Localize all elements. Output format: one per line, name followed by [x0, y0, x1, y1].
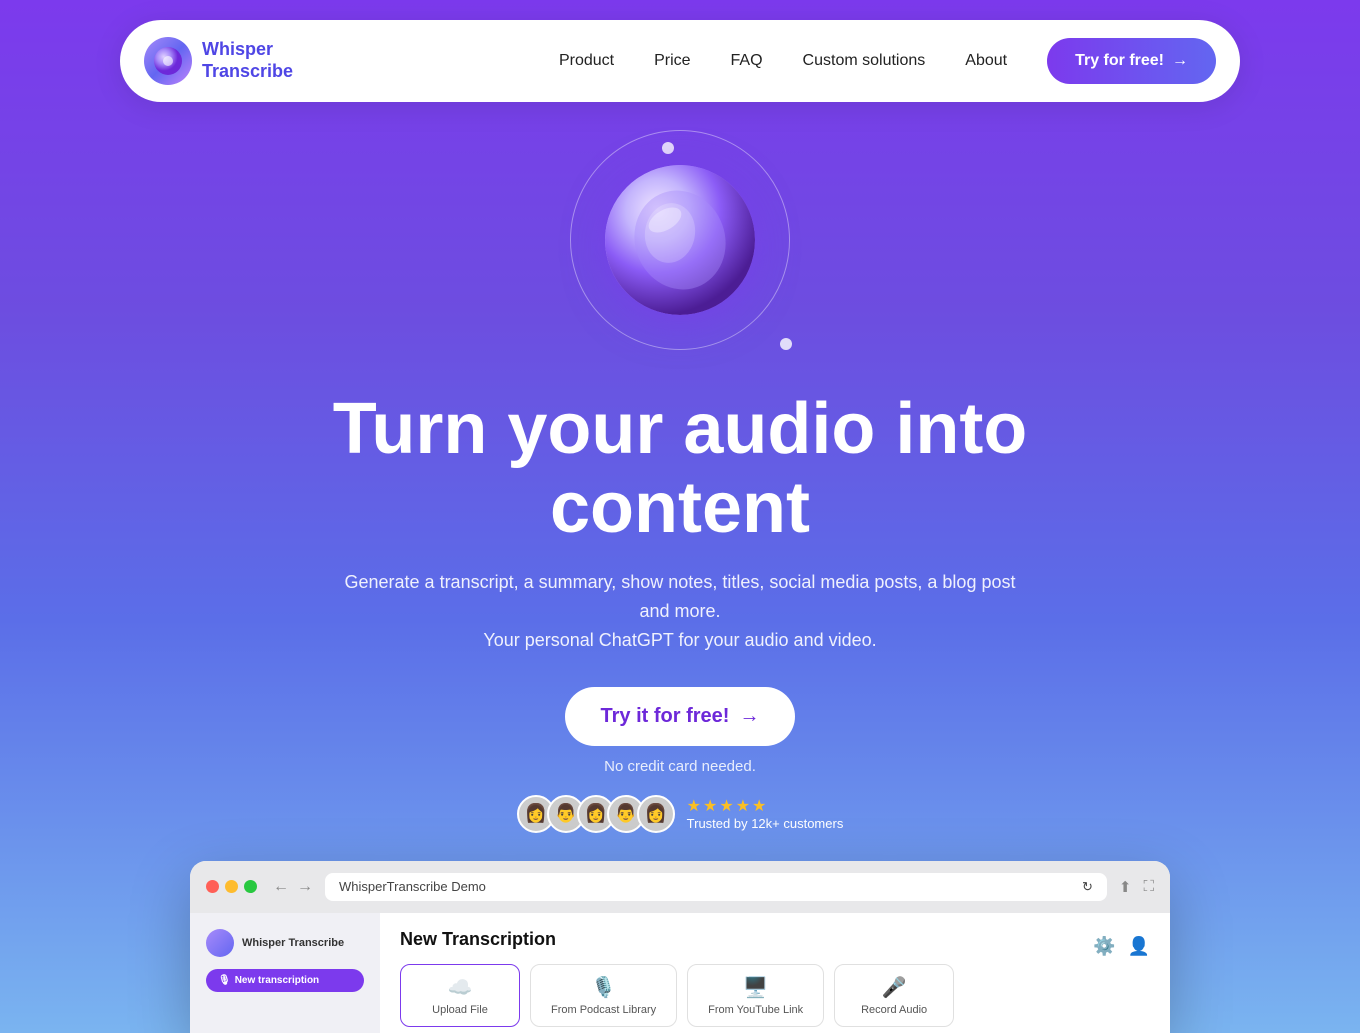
orb-dot-top [662, 142, 674, 154]
upload-tab-buttons: ☁️ Upload File 🎙️ From Podcast Library 🖥… [400, 964, 1150, 1027]
star-5: ★ [752, 796, 766, 816]
user-icon[interactable]: 👤 [1128, 936, 1150, 957]
browser-share-icon[interactable]: ⬆ [1119, 878, 1132, 896]
hero-orb [560, 120, 800, 360]
hero-cta-button[interactable]: Try it for free! → [565, 687, 796, 746]
tab-record-audio[interactable]: 🎤 Record Audio [834, 964, 954, 1027]
sidebar-logo-text: Whisper Transcribe [242, 937, 344, 949]
sidebar-panel: Whisper Transcribe 🎙 New transcription [190, 913, 380, 1033]
orb-inner [605, 165, 755, 315]
logo-icon [144, 37, 192, 85]
star-rating: ★ ★ ★ ★ ★ [687, 796, 844, 816]
new-transcription-button[interactable]: 🎙 New transcription [206, 969, 364, 992]
hero-subtext-line1: Generate a transcript, a summary, show n… [345, 572, 1016, 621]
main-panel: New Transcription ⚙️ 👤 ☁️ Upload File 🎙️… [380, 913, 1170, 1033]
tab-upload-file-label: Upload File [432, 1004, 488, 1016]
star-2: ★ [703, 796, 717, 816]
browser-mockup: ← → WhisperTranscribe Demo ↻ ⬆ ⛶ Whisper… [190, 861, 1170, 1033]
navbar-cta-label: Try for free! [1075, 52, 1164, 70]
nav-price[interactable]: Price [654, 52, 690, 70]
hero-cta-arrow-icon: → [739, 705, 759, 728]
navbar-cta-button[interactable]: Try for free! → [1047, 38, 1216, 84]
social-proof: 👩 👨 👩 👨 👩 ★ ★ ★ ★ ★ Trusted by 12k+ cust… [517, 795, 844, 833]
traffic-light-red[interactable] [206, 880, 219, 893]
hero-subtext: Generate a transcript, a summary, show n… [330, 568, 1030, 654]
stars-trust-group: ★ ★ ★ ★ ★ Trusted by 12k+ customers [687, 796, 844, 831]
browser-action-icons: ⬆ ⛶ [1119, 878, 1154, 896]
mic-icon: 🎙 [218, 975, 231, 986]
browser-forward-icon[interactable]: → [297, 878, 313, 896]
nav-product[interactable]: Product [559, 52, 614, 70]
panel-header-icons: ⚙️ 👤 [1093, 936, 1150, 957]
navbar-cta-arrow-icon: → [1172, 52, 1188, 70]
orb-dot-bottom [780, 338, 792, 350]
logo-text: WhisperTranscribe [202, 39, 293, 82]
panel-header-row: New Transcription ⚙️ 👤 [400, 929, 1150, 964]
podcast-icon: 🎙️ [591, 975, 616, 1000]
new-transcription-label: New transcription [235, 975, 319, 986]
youtube-icon: 🖥️ [743, 975, 768, 1000]
tab-podcast-library[interactable]: 🎙️ From Podcast Library [530, 964, 677, 1027]
no-credit-card-text: No credit card needed. [604, 758, 756, 775]
star-1: ★ [687, 796, 701, 816]
navbar: WhisperTranscribe Product Price FAQ Cust… [120, 20, 1240, 102]
settings-icon[interactable]: ⚙️ [1093, 936, 1115, 957]
navbar-wrapper: WhisperTranscribe Product Price FAQ Cust… [120, 20, 1240, 102]
nav-faq[interactable]: FAQ [731, 52, 763, 70]
avatar-group: 👩 👨 👩 👨 👩 [517, 795, 675, 833]
star-3: ★ [719, 796, 733, 816]
logo-link[interactable]: WhisperTranscribe [144, 37, 293, 85]
tab-youtube-link[interactable]: 🖥️ From YouTube Link [687, 964, 824, 1027]
hero-cta-label: Try it for free! [601, 705, 730, 728]
browser-fullscreen-icon[interactable]: ⛶ [1143, 878, 1154, 896]
hero-subtext-line2: Your personal ChatGPT for your audio and… [483, 630, 876, 650]
traffic-light-yellow[interactable] [225, 880, 238, 893]
nav-custom-solutions[interactable]: Custom solutions [803, 52, 926, 70]
browser-nav-arrows: ← → [273, 878, 313, 896]
tab-upload-file[interactable]: ☁️ Upload File [400, 964, 520, 1027]
nav-links: Product Price FAQ Custom solutions About [559, 52, 1007, 70]
browser-url-text: WhisperTranscribe Demo [339, 879, 486, 894]
upload-icon: ☁️ [448, 975, 473, 1000]
panel-title: New Transcription [400, 929, 556, 950]
hero-headline: Turn your audio into content [230, 390, 1130, 548]
browser-content: Whisper Transcribe 🎙 New transcription N… [190, 913, 1170, 1033]
record-icon: 🎤 [882, 975, 907, 1000]
tab-podcast-label: From Podcast Library [551, 1004, 656, 1016]
traffic-light-green[interactable] [244, 880, 257, 893]
star-4: ★ [736, 796, 750, 816]
sidebar-logo: Whisper Transcribe [206, 929, 364, 957]
avatar-5: 👩 [637, 795, 675, 833]
tab-youtube-label: From YouTube Link [708, 1004, 803, 1016]
browser-back-icon[interactable]: ← [273, 878, 289, 896]
tab-record-label: Record Audio [861, 1004, 927, 1016]
sidebar-logo-icon [206, 929, 234, 957]
browser-url-bar[interactable]: WhisperTranscribe Demo ↻ [325, 873, 1107, 901]
traffic-lights [206, 880, 257, 893]
hero-section: WhisperTranscribe Product Price FAQ Cust… [0, 0, 1360, 1033]
browser-toolbar: ← → WhisperTranscribe Demo ↻ ⬆ ⛶ [190, 861, 1170, 913]
nav-about[interactable]: About [965, 52, 1007, 70]
browser-refresh-icon[interactable]: ↻ [1082, 879, 1093, 895]
trust-text: Trusted by 12k+ customers [687, 816, 844, 831]
